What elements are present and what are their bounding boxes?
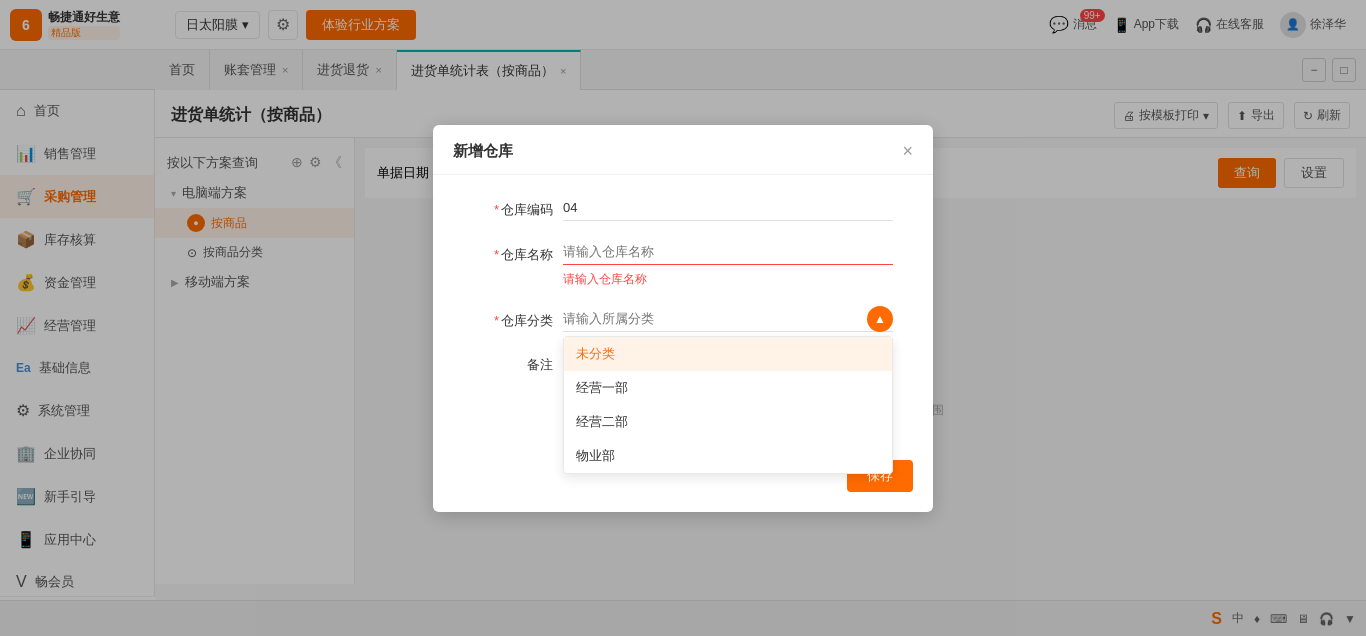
form-row-category: *仓库分类 ▲ 未分类 经营一部 经营二部 物业部: [473, 306, 893, 332]
category-input[interactable]: [563, 306, 893, 332]
code-label: *仓库编码: [473, 195, 553, 219]
category-dropdown: 未分类 经营一部 经营二部 物业部: [563, 336, 893, 474]
name-input[interactable]: [563, 239, 893, 265]
dropdown-item-operation2[interactable]: 经营二部: [564, 405, 892, 439]
dropdown-item-unclassified[interactable]: 未分类: [564, 337, 892, 371]
close-icon[interactable]: ×: [902, 141, 913, 162]
modal-body: *仓库编码 *仓库名称 请输入仓库名称 *仓库分类: [433, 175, 933, 448]
name-label: *仓库名称: [473, 240, 553, 264]
code-input[interactable]: [563, 195, 893, 221]
name-error-message: 请输入仓库名称: [563, 272, 647, 286]
modal-overlay: 新增仓库 × *仓库编码 *仓库名称 请输入仓库名称: [0, 0, 1366, 636]
category-label: *仓库分类: [473, 306, 553, 330]
name-error-row: 请输入仓库名称: [473, 269, 893, 288]
dropdown-item-operation1[interactable]: 经营一部: [564, 371, 892, 405]
form-row-code: *仓库编码: [473, 195, 893, 221]
category-select-wrapper: ▲ 未分类 经营一部 经营二部 物业部: [563, 306, 893, 332]
name-field-row: *仓库名称: [473, 239, 893, 265]
form-row-name: *仓库名称 请输入仓库名称: [473, 239, 893, 288]
category-expand-icon[interactable]: ▲: [867, 306, 893, 332]
modal-header: 新增仓库 ×: [433, 125, 933, 175]
modal-dialog: 新增仓库 × *仓库编码 *仓库名称 请输入仓库名称: [433, 125, 933, 512]
note-label: 备注: [473, 350, 553, 374]
dropdown-item-property[interactable]: 物业部: [564, 439, 892, 473]
modal-title: 新增仓库: [453, 142, 513, 161]
